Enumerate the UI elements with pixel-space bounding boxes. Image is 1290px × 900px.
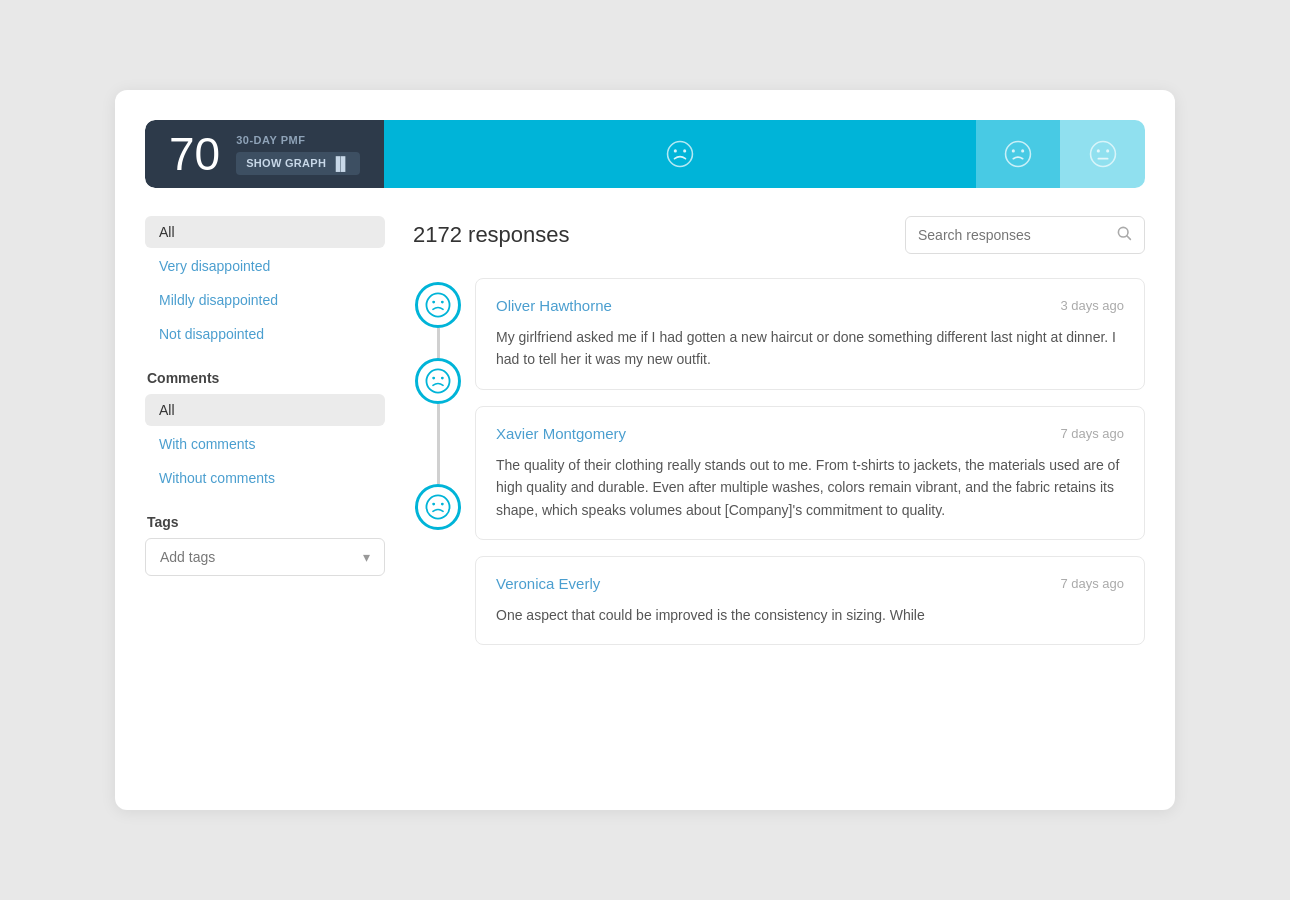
sad-face-large-icon <box>666 140 694 168</box>
timeline-entry-1 <box>415 282 461 358</box>
svg-point-1 <box>674 149 677 152</box>
svg-point-14 <box>441 301 444 304</box>
svg-point-13 <box>432 301 435 304</box>
sidebar: All Very disappointed Mildly disappointe… <box>145 216 385 661</box>
responses-count: 2172 responses <box>413 222 570 248</box>
timeline-entry-3 <box>415 484 461 530</box>
response-card-0: Oliver Hawthorne 3 days ago My girlfrien… <box>475 278 1145 390</box>
search-icon <box>1116 225 1132 245</box>
neutral-sad-face-icon <box>1004 140 1032 168</box>
comments-label: Comments <box>145 370 385 386</box>
svg-point-18 <box>426 495 449 518</box>
segment-not-disappointed <box>1060 120 1145 188</box>
response-card-2: Veronica Everly 7 days ago One aspect th… <box>475 556 1145 645</box>
response-author-1: Xavier Montgomery <box>496 425 626 442</box>
filter-not-disappointed[interactable]: Not disappointed <box>145 318 385 350</box>
svg-point-7 <box>1097 149 1100 152</box>
comments-without[interactable]: Without comments <box>145 462 385 494</box>
bar-chart-icon: ▐▌ <box>331 156 350 171</box>
svg-point-5 <box>1021 149 1024 152</box>
segment-mildly-disappointed <box>976 120 1061 188</box>
timeline-dot-3 <box>415 484 461 530</box>
svg-point-16 <box>432 377 435 380</box>
tags-label: Tags <box>145 514 385 530</box>
pmf-meta: 30-DAY PMF SHOW GRAPH ▐▌ <box>236 134 360 175</box>
pmf-score-box: 70 30-DAY PMF SHOW GRAPH ▐▌ <box>145 120 384 188</box>
comments-filter-section: Comments All With comments Without comme… <box>145 370 385 494</box>
timeline-entry-2 <box>415 358 461 484</box>
show-graph-button[interactable]: SHOW GRAPH ▐▌ <box>236 152 360 175</box>
pmf-score: 70 <box>169 131 220 177</box>
response-card-header-2: Veronica Everly 7 days ago <box>496 575 1124 592</box>
comments-all[interactable]: All <box>145 394 385 426</box>
tags-placeholder: Add tags <box>160 549 215 565</box>
svg-point-17 <box>441 377 444 380</box>
response-time-1: 7 days ago <box>1060 426 1124 441</box>
svg-point-12 <box>426 293 449 316</box>
response-time-0: 3 days ago <box>1060 298 1124 313</box>
main-card: 70 30-DAY PMF SHOW GRAPH ▐▌ <box>115 90 1175 810</box>
pmf-label: 30-DAY PMF <box>236 134 360 146</box>
svg-point-0 <box>668 142 693 167</box>
svg-point-20 <box>441 503 444 506</box>
svg-point-8 <box>1106 149 1109 152</box>
sentiment-bar <box>384 120 1145 188</box>
response-author-0: Oliver Hawthorne <box>496 297 612 314</box>
responses-header: 2172 responses <box>413 216 1145 254</box>
response-text-0: My girlfriend asked me if I had gotten a… <box>496 326 1124 371</box>
svg-point-15 <box>426 369 449 392</box>
search-input[interactable] <box>918 227 1108 243</box>
filter-all[interactable]: All <box>145 216 385 248</box>
response-sad-face-3 <box>425 494 451 520</box>
tags-dropdown[interactable]: Add tags ▾ <box>145 538 385 576</box>
response-card-header-0: Oliver Hawthorne 3 days ago <box>496 297 1124 314</box>
comments-with[interactable]: With comments <box>145 428 385 460</box>
neutral-face-icon <box>1089 140 1117 168</box>
search-box[interactable] <box>905 216 1145 254</box>
response-sad-face-2 <box>425 368 451 394</box>
response-card-1: Xavier Montgomery 7 days ago The quality… <box>475 406 1145 540</box>
filter-very-disappointed[interactable]: Very disappointed <box>145 250 385 282</box>
svg-point-3 <box>1006 142 1031 167</box>
top-section: 70 30-DAY PMF SHOW GRAPH ▐▌ <box>145 120 1145 188</box>
response-text-1: The quality of their clothing really sta… <box>496 454 1124 521</box>
response-time-2: 7 days ago <box>1060 576 1124 591</box>
svg-point-6 <box>1090 142 1115 167</box>
response-author-2: Veronica Everly <box>496 575 600 592</box>
tags-section: Tags Add tags ▾ <box>145 514 385 576</box>
main-content: All Very disappointed Mildly disappointe… <box>115 188 1175 689</box>
timeline-line-1 <box>437 328 440 358</box>
response-sad-face-1 <box>425 292 451 318</box>
segment-very-disappointed <box>384 120 976 188</box>
timeline-line-2 <box>437 404 440 484</box>
timeline-dot-2 <box>415 358 461 404</box>
filter-mildly-disappointed[interactable]: Mildly disappointed <box>145 284 385 316</box>
svg-point-2 <box>683 149 686 152</box>
responses-with-timeline: Oliver Hawthorne 3 days ago My girlfrien… <box>413 278 1145 661</box>
svg-line-11 <box>1127 236 1131 240</box>
svg-point-19 <box>432 503 435 506</box>
sentiment-filter-section: All Very disappointed Mildly disappointe… <box>145 216 385 350</box>
svg-point-4 <box>1012 149 1015 152</box>
response-card-header-1: Xavier Montgomery 7 days ago <box>496 425 1124 442</box>
cards-column: Oliver Hawthorne 3 days ago My girlfrien… <box>475 278 1145 661</box>
timeline-column <box>413 278 463 661</box>
chevron-down-icon: ▾ <box>363 549 370 565</box>
response-text-2: One aspect that could be improved is the… <box>496 604 1124 626</box>
responses-list: 2172 responses <box>413 216 1145 661</box>
timeline-dot-1 <box>415 282 461 328</box>
